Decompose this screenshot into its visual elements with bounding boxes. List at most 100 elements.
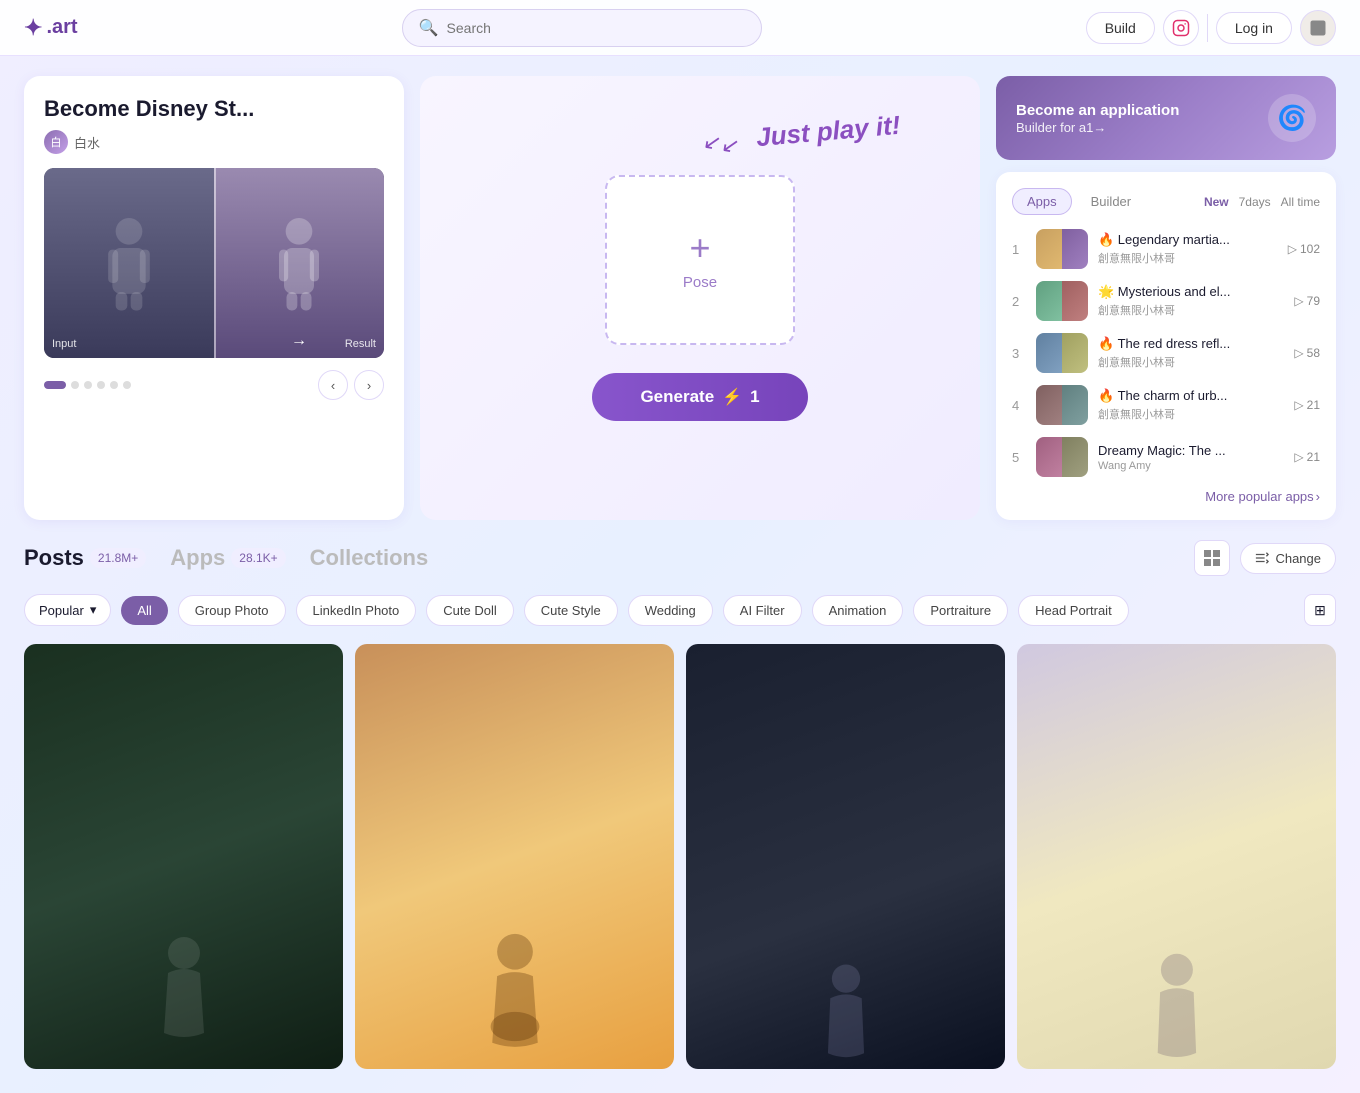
app-rank: 1	[1012, 242, 1026, 257]
filter-expand-button[interactable]: ⊞	[1304, 594, 1336, 626]
bottom-section: Posts 21.8M+ Apps 28.1K+ Collections Cha…	[0, 540, 1360, 1093]
grid-item[interactable]	[686, 644, 1005, 1069]
app-creator: 創意無限小林哥	[1098, 406, 1284, 422]
just-play-arrows: ↙↙	[701, 128, 742, 160]
avatar-button[interactable]	[1300, 10, 1336, 46]
logo[interactable]: ✦ .art	[24, 15, 78, 41]
filter-tag-portraiture[interactable]: Portraiture	[913, 595, 1008, 626]
app-name: Dreamy Magic: The ...	[1098, 443, 1284, 458]
time-filter-new[interactable]: New	[1204, 195, 1229, 209]
filter-tag-cute-style[interactable]: Cute Style	[524, 595, 618, 626]
app-list-item: 3 🔥 The red dress refl... 創意無限小林哥 ▷ 58	[1012, 333, 1320, 373]
content-tabs: Posts 21.8M+ Apps 28.1K+ Collections Cha…	[24, 540, 1336, 576]
generate-label: Generate	[640, 387, 714, 407]
generate-panel: Just play it! ↙↙ + Pose Generate ⚡ 1	[420, 76, 980, 520]
become-builder-card[interactable]: Become an application Builder for a1→ 🌀	[996, 76, 1336, 160]
carousel-prev-button[interactable]: ‹	[318, 370, 348, 400]
tab-apps[interactable]: Apps	[1012, 188, 1072, 215]
author-name: 白水	[74, 133, 100, 152]
logo-icon: ✦	[24, 15, 42, 41]
builder-card-line2: Builder for a1→	[1016, 120, 1179, 135]
app-plays: ▷ 21	[1294, 398, 1320, 412]
popular-apps-panel: Apps Builder New 7days All time 1 🔥 Lege…	[996, 172, 1336, 520]
more-apps-link[interactable]: More popular apps ›	[1012, 489, 1320, 504]
just-play-text: Just play it!	[754, 110, 901, 153]
filter-tag-linkedin-photo[interactable]: LinkedIn Photo	[296, 595, 417, 626]
sort-chevron-icon: ▾	[90, 602, 97, 618]
app-info: 🌟 Mysterious and el... 創意無限小林哥	[1098, 284, 1284, 318]
filter-tag-wedding[interactable]: Wedding	[628, 595, 713, 626]
time-filter-7days[interactable]: 7days	[1239, 195, 1271, 209]
app-name: 🔥 The red dress refl...	[1098, 336, 1284, 352]
change-button[interactable]: Change	[1240, 543, 1336, 574]
more-apps-label: More popular apps	[1205, 489, 1313, 504]
dots-row	[44, 381, 131, 389]
play-count: 21	[1307, 450, 1320, 464]
pose-upload-box[interactable]: + Pose	[605, 175, 795, 345]
tab-apps[interactable]: Apps 28.1K+	[170, 545, 285, 571]
lightning-icon: ⚡	[722, 387, 742, 407]
app-plays: ▷ 79	[1294, 294, 1320, 308]
tab-builder[interactable]: Builder	[1076, 188, 1146, 215]
builder-card-line1: Become an application	[1016, 101, 1179, 121]
play-icon: ▷	[1294, 346, 1303, 360]
image-grid	[24, 644, 1336, 1069]
filter-tag-animation[interactable]: Animation	[812, 595, 904, 626]
app-list-item: 2 🌟 Mysterious and el... 創意無限小林哥 ▷ 79	[1012, 281, 1320, 321]
dot-active	[44, 381, 66, 389]
search-icon: 🔍	[419, 18, 439, 38]
grid-item[interactable]	[24, 644, 343, 1069]
play-icon: ▷	[1294, 450, 1303, 464]
app-info: 🔥 The charm of urb... 創意無限小林哥	[1098, 388, 1284, 422]
tab-collections-label: Collections	[310, 545, 429, 571]
app-rank: 3	[1012, 346, 1026, 361]
author-avatar: 白	[44, 130, 68, 154]
play-icon: ▷	[1294, 398, 1303, 412]
filter-tag-head-portrait[interactable]: Head Portrait	[1018, 595, 1129, 626]
instagram-button[interactable]	[1163, 10, 1199, 46]
carousel-next-button[interactable]: ›	[354, 370, 384, 400]
login-button[interactable]: Log in	[1216, 12, 1292, 44]
image-input-half: Input	[44, 168, 214, 358]
play-count: 79	[1307, 294, 1320, 308]
app-name: 🔥 The charm of urb...	[1098, 388, 1284, 404]
dot-5	[123, 381, 131, 389]
build-button[interactable]: Build	[1086, 12, 1155, 44]
header-right: Build Log in	[1086, 10, 1336, 46]
filter-tag-group-photo[interactable]: Group Photo	[178, 595, 286, 626]
tab-apps-label: Apps	[170, 545, 225, 571]
tab-collections[interactable]: Collections	[310, 545, 429, 571]
result-arrow: →	[291, 332, 307, 350]
app-thumb	[1036, 385, 1088, 425]
time-filter-alltime[interactable]: All time	[1281, 195, 1320, 209]
filter-tag-all[interactable]: All	[121, 596, 167, 625]
image-result-half: → Result	[214, 168, 384, 358]
tab-posts-badge: 21.8M+	[90, 548, 146, 568]
dot-1	[71, 381, 79, 389]
carousel-arrows: ‹ ›	[318, 370, 384, 400]
app-name: 🔥 Legendary martia...	[1098, 232, 1278, 248]
filter-tag-ai-filter[interactable]: AI Filter	[723, 595, 802, 626]
tab-posts[interactable]: Posts 21.8M+	[24, 545, 146, 571]
result-label: Result	[345, 338, 376, 350]
search-bar[interactable]: 🔍	[402, 9, 762, 47]
play-icon: ▷	[1288, 242, 1297, 256]
grid-view-button[interactable]	[1194, 540, 1230, 576]
app-rank: 4	[1012, 398, 1026, 413]
change-label: Change	[1275, 551, 1321, 566]
app-list-item: 1 🔥 Legendary martia... 創意無限小林哥 ▷ 102	[1012, 229, 1320, 269]
app-info: 🔥 The red dress refl... 創意無限小林哥	[1098, 336, 1284, 370]
grid-item[interactable]	[1017, 644, 1336, 1069]
play-count: 21	[1307, 398, 1320, 412]
search-input[interactable]	[447, 20, 745, 36]
app-card: Become Disney St... 白 白水	[24, 76, 404, 520]
generate-button[interactable]: Generate ⚡ 1	[592, 373, 807, 421]
filter-tag-cute-doll[interactable]: Cute Doll	[426, 595, 513, 626]
app-card-title: Become Disney St...	[44, 96, 384, 122]
app-creator: Wang Amy	[1098, 460, 1284, 472]
logo-text: .art	[46, 16, 77, 39]
grid-item[interactable]	[355, 644, 674, 1069]
more-apps-chevron: ›	[1316, 489, 1320, 504]
app-info: 🔥 Legendary martia... 創意無限小林哥	[1098, 232, 1278, 266]
sort-dropdown[interactable]: Popular ▾	[24, 594, 111, 626]
